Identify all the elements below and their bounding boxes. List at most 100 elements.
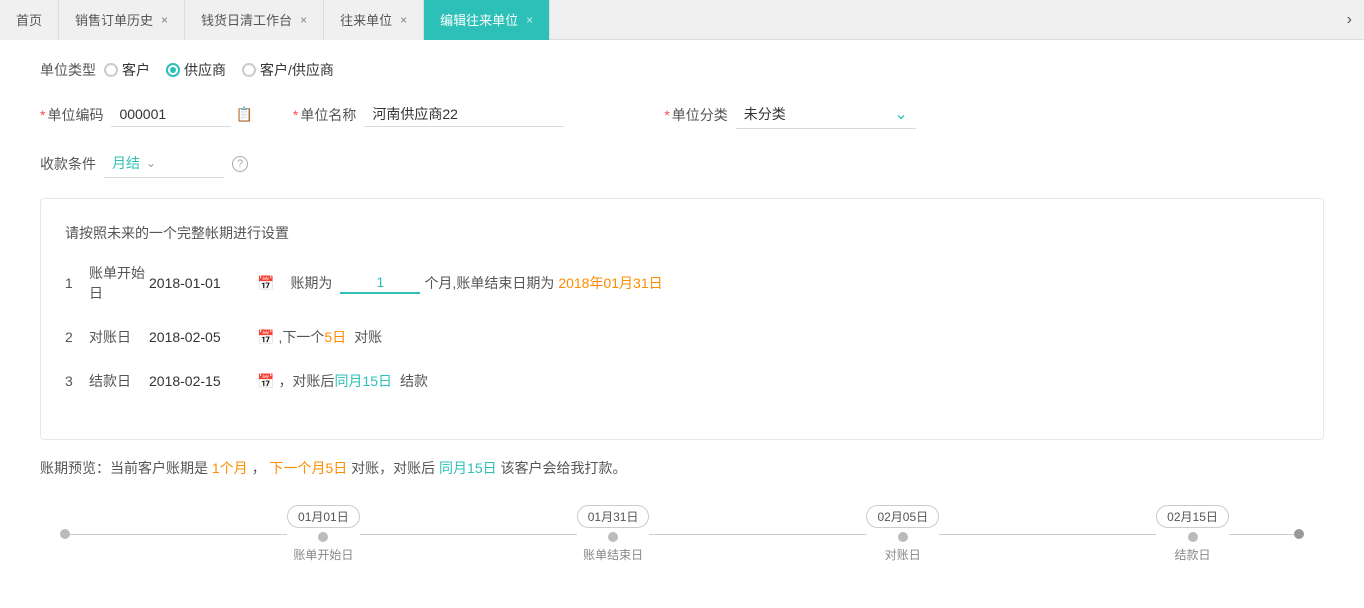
preview-part2-sep: 对账，对账后 xyxy=(351,460,435,476)
timeline-node-1: 01月01日 账单开始日 xyxy=(287,505,360,563)
payment-condition-help-icon[interactable]: ? xyxy=(232,156,248,172)
timeline-node-start xyxy=(60,529,70,539)
tab-edit-partner[interactable]: 编辑往来单位 × xyxy=(424,0,550,40)
tab-partner[interactable]: 往来单位 × xyxy=(324,0,424,40)
category-dropdown-icon: ⌄ xyxy=(894,104,907,124)
timeline-segment-1 xyxy=(70,534,287,535)
radio-both-circle xyxy=(242,63,256,77)
row-2-date: 2018-02-05 xyxy=(149,329,249,345)
close-tab-edit-partner[interactable]: × xyxy=(526,13,533,27)
preview-part3-suffix: 该客户会给我打款。 xyxy=(501,460,627,476)
node-4-badge: 02月15日 xyxy=(1156,505,1229,528)
row-1-num: 1 xyxy=(65,275,89,291)
unit-name-item: * 单位名称 xyxy=(293,102,564,127)
timeline-node-4: 02月15日 结款日 xyxy=(1156,505,1229,563)
node-1-badge: 01月01日 xyxy=(287,505,360,528)
node-2-dot xyxy=(608,532,618,542)
timeline-node-3: 02月05日 对账日 xyxy=(866,505,939,563)
unit-category-required: * xyxy=(664,107,669,123)
row-3-type: 结款日 xyxy=(89,371,149,391)
row-3-desc-suffix: 结款 xyxy=(400,371,428,391)
unit-type-label: 单位类型 xyxy=(40,60,96,80)
unit-info-row: * 单位编码 📋 * 单位名称 * 单位分类 未分类 ⌄ xyxy=(40,100,1324,129)
row-1-period-unit: 个月,账单结束日期为 xyxy=(424,273,554,293)
unit-name-input[interactable] xyxy=(364,102,564,127)
tab-home[interactable]: 首页 xyxy=(0,0,59,40)
payment-condition-arrow: ⌄ xyxy=(146,156,156,170)
node-1-label: 账单开始日 xyxy=(293,546,353,563)
timeline-node-2: 01月31日 账单结束日 xyxy=(577,505,650,563)
unit-code-item: * 单位编码 📋 xyxy=(40,102,253,127)
tab-more-button[interactable]: › xyxy=(1335,0,1364,40)
unit-category-label: 单位分类 xyxy=(672,105,728,125)
unit-category-select[interactable]: 未分类 ⌄ xyxy=(736,100,916,129)
unit-code-input[interactable] xyxy=(111,102,231,127)
row-1-period-end: 2018年01月31日 xyxy=(558,273,662,293)
tab-bar: 首页 销售订单历史 × 钱货日清工作台 × 往来单位 × 编辑往来单位 × › xyxy=(0,0,1364,40)
setting-row-3: 3 结款日 2018-02-15 📅 ，对账后 同月15日 结款 xyxy=(65,371,1299,391)
row-3-num: 3 xyxy=(65,373,89,389)
unit-type-radio-group: 客户 供应商 客户/供应商 xyxy=(104,60,334,80)
node-3-label: 对账日 xyxy=(885,546,921,563)
timeline-segment-4 xyxy=(939,534,1156,535)
radio-supplier[interactable]: 供应商 xyxy=(166,60,226,80)
preview-part3: 同月15日 xyxy=(439,460,497,476)
close-tab-sales-history[interactable]: × xyxy=(161,13,168,27)
row-3-calendar-icon[interactable]: 📅 xyxy=(257,373,274,390)
radio-customer[interactable]: 客户 xyxy=(104,60,150,80)
row-3-date: 2018-02-15 xyxy=(149,373,249,389)
node-3-dot xyxy=(898,532,908,542)
unit-name-required: * xyxy=(293,107,298,123)
payment-condition-select[interactable]: 月结 ⌄ xyxy=(104,149,224,178)
payment-condition-value: 月结 xyxy=(112,153,140,173)
node-4-label: 结款日 xyxy=(1175,546,1211,563)
radio-supplier-circle xyxy=(166,63,180,77)
payment-condition-item: 收款条件 月结 ⌄ ? xyxy=(40,149,248,178)
unit-type-row: 单位类型 客户 供应商 客户/供应商 xyxy=(40,60,1324,80)
main-content: 单位类型 客户 供应商 客户/供应商 * 单位编码 xyxy=(0,40,1364,608)
timeline-segment-3 xyxy=(649,534,866,535)
row-3-desc-prefix: ，对账后 xyxy=(278,371,334,391)
unit-category-item: * 单位分类 未分类 ⌄ xyxy=(664,100,915,129)
setting-row-1: 1 账单开始日 2018-01-01 📅 账期为 个月,账单结束日期为 2018… xyxy=(65,263,1299,303)
preview-part2: 下一个月5日 xyxy=(269,460,347,476)
row-1-period-input[interactable] xyxy=(340,272,420,294)
close-tab-daily-work[interactable]: × xyxy=(300,13,307,27)
tab-sales-history[interactable]: 销售订单历史 × xyxy=(59,0,185,40)
row-2-num: 2 xyxy=(65,329,89,345)
row-1-type: 账单开始日 xyxy=(89,263,149,303)
timeline-segment-2 xyxy=(360,534,577,535)
unit-name-label: 单位名称 xyxy=(300,105,356,125)
node-3-badge: 02月05日 xyxy=(866,505,939,528)
end-dot xyxy=(1294,529,1304,539)
node-4-dot xyxy=(1188,532,1198,542)
row-1-date: 2018-01-01 xyxy=(149,275,249,291)
close-tab-partner[interactable]: × xyxy=(400,13,407,27)
start-dot xyxy=(60,529,70,539)
node-2-badge: 01月31日 xyxy=(577,505,650,528)
preview-part1: 1个月 xyxy=(212,460,248,476)
node-2-label: 账单结束日 xyxy=(583,546,643,563)
node-1-dot xyxy=(318,532,328,542)
radio-both[interactable]: 客户/供应商 xyxy=(242,60,334,80)
row-2-desc-prefix: ,下一个 xyxy=(278,327,324,347)
timeline-segment-5 xyxy=(1229,534,1294,535)
settings-card: 请按照未来的一个完整帐期进行设置 1 账单开始日 2018-01-01 📅 账期… xyxy=(40,198,1324,440)
row-3-desc-highlight: 同月15日 xyxy=(334,371,392,391)
card-hint: 请按照未来的一个完整帐期进行设置 xyxy=(65,223,1299,243)
row-2-type: 对账日 xyxy=(89,327,149,347)
row-2-desc-suffix: 对账 xyxy=(354,327,382,347)
unit-type-item: 单位类型 客户 供应商 客户/供应商 xyxy=(40,60,334,80)
preview-label: 账期预览：当前客户账期是 xyxy=(40,460,208,476)
setting-row-2: 2 对账日 2018-02-05 📅 ,下一个 5日 对账 xyxy=(65,327,1299,347)
unit-code-calendar-icon[interactable]: 📋 xyxy=(235,106,252,123)
unit-code-required: * xyxy=(40,107,45,123)
row-2-calendar-icon[interactable]: 📅 xyxy=(257,329,274,346)
radio-customer-circle xyxy=(104,63,118,77)
timeline-container: 01月01日 账单开始日 01月31日 账单结束日 02月05日 对账日 02月… xyxy=(40,505,1324,563)
preview-part1-sep: ， xyxy=(252,460,266,476)
row-1-calendar-icon[interactable]: 📅 xyxy=(257,275,274,292)
unit-category-value: 未分类 xyxy=(744,104,786,124)
tab-daily-work[interactable]: 钱货日清工作台 × xyxy=(185,0,324,40)
preview-text: 账期预览：当前客户账期是 1个月 ， 下一个月5日 对账，对账后 同月15日 该… xyxy=(40,456,1324,481)
